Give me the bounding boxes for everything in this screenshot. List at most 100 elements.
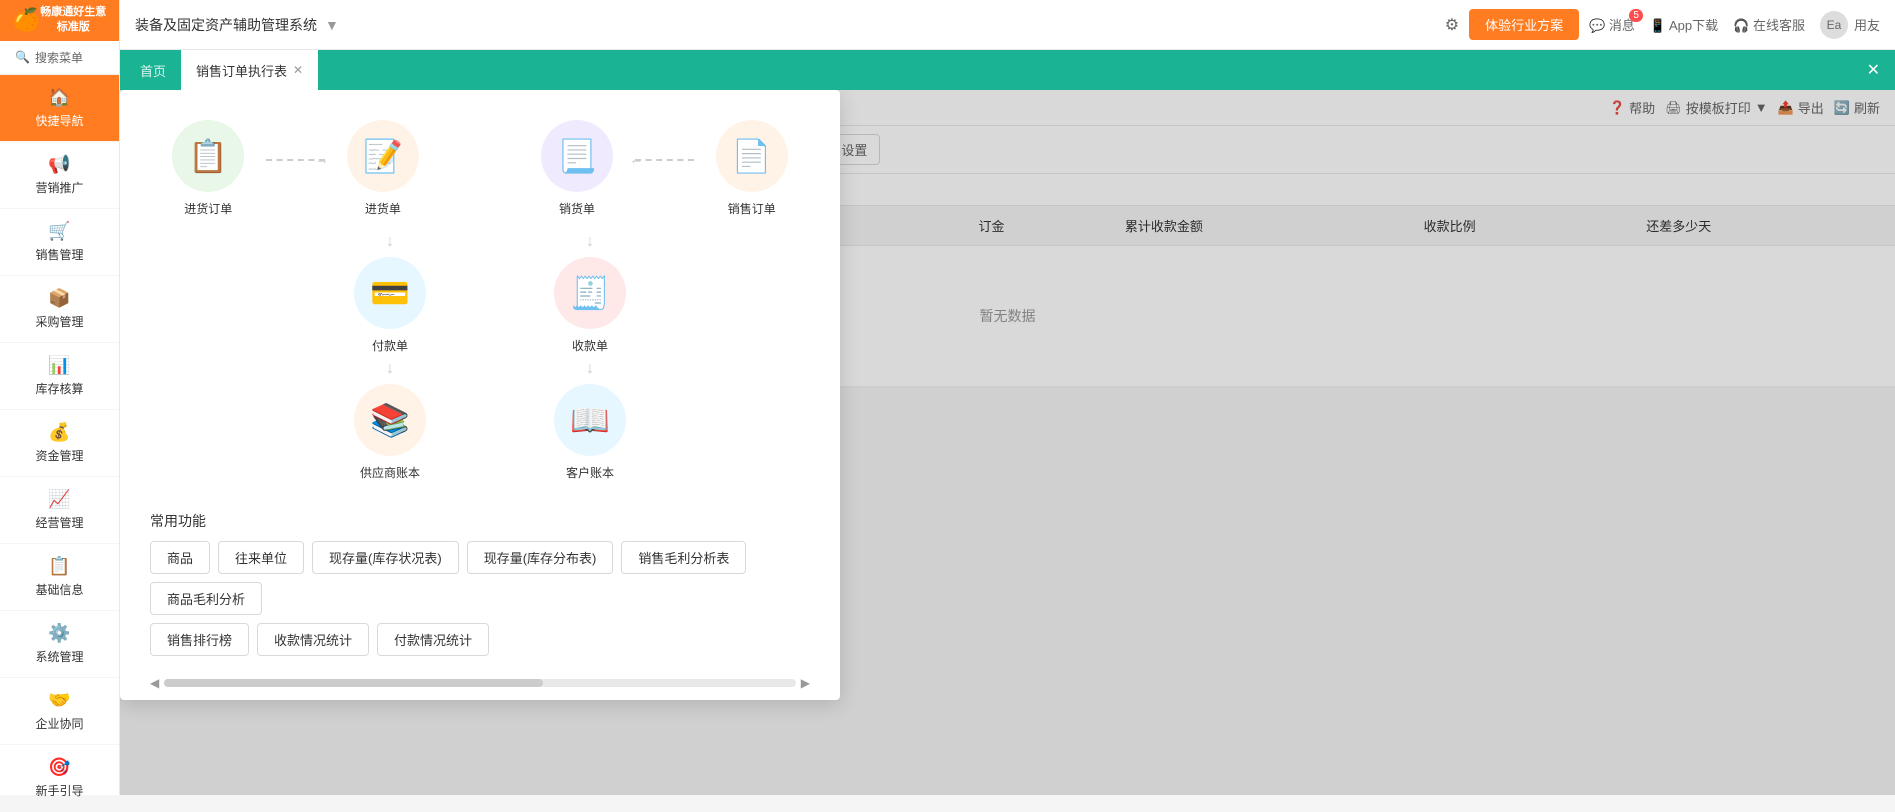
flow-node-receipt[interactable]: 🧾 收款单 [530,257,650,354]
tabbar: 首页 销售订单执行表 ✕ ✕ [120,50,1895,90]
sale-bill-circle: 📃 [541,120,613,192]
app-download-link[interactable]: 📱 App下载 [1650,15,1718,34]
func-buttons: 商品 往来单位 现存量(库存状况表) 现存量(库存分布表) 销售毛利分析表 商品… [150,541,810,615]
download-icon: 📱 [1650,18,1666,33]
avatar: Ea [1820,11,1848,39]
topbar-right: 💬 5 消息 📱 App下载 🎧 在线客服 Ea 用友 [1589,11,1880,39]
sidebar-item-marketing[interactable]: 📢 营销推广 [0,142,119,209]
operation-icon: 📈 [48,489,70,510]
func-btn-stock-dist[interactable]: 现存量(库存分布表) [467,541,614,574]
home-icon: 🏠 [48,87,70,108]
func-btn-product[interactable]: 商品 [150,541,210,574]
scroll-right-btn[interactable]: ▶ [801,676,810,690]
func-btn-partner[interactable]: 往来单位 [218,541,304,574]
flow-node-sale-order[interactable]: 📄 销售订单 [694,120,810,217]
func-btn-sales-rank[interactable]: 销售排行榜 [150,623,249,656]
payment-icon: 💳 [370,274,410,312]
sidebar-item-enterprise[interactable]: 🤝 企业协同 [0,678,119,745]
supplier-circle: 📚 [354,384,426,456]
overlay[interactable]: 📋 进货订单 📝 进货单 [120,90,1895,795]
enterprise-icon: 🤝 [48,690,70,711]
purchase-order-label: 进货订单 [184,200,232,217]
sale-order-icon: 📄 [732,137,772,175]
sidebar-search[interactable]: 🔍 搜索菜单 [0,41,119,75]
user-info[interactable]: Ea 用友 [1820,11,1880,39]
payment-circle: 💳 [354,257,426,329]
app-logo: 🍊 畅康通好生意 标准版 [0,0,119,41]
receipt-icon: 🧾 [570,274,610,312]
sidebar-item-inventory[interactable]: 📊 库存核算 [0,343,119,410]
tabbar-close-btn[interactable]: ✕ [1857,60,1890,80]
scroll-track[interactable] [164,679,796,687]
experience-btn[interactable]: 体验行业方案 [1469,9,1579,40]
inventory-icon: 📊 [48,355,70,376]
system-icon: ⚙️ [48,623,70,644]
receipt-label: 收款单 [572,337,608,354]
tab-close-icon[interactable]: ✕ [293,63,303,77]
func-buttons-2: 销售排行榜 收款情况统计 付款情况统计 [150,623,810,656]
flow-node-sale-bill[interactable]: 📃 销货单 [519,120,635,217]
sidebar-item-finance[interactable]: 💰 资金管理 [0,410,119,477]
arrow-down-payment: ↓ [386,354,394,384]
common-functions: 常用功能 商品 往来单位 现存量(库存状况表) 现存量(库存分布表) 销售毛利分… [120,501,840,676]
online-service-link[interactable]: 🎧 在线客服 [1733,15,1805,34]
scroll-left-btn[interactable]: ◀ [150,676,159,690]
func-btn-receipt-stats[interactable]: 收款情况统计 [257,623,369,656]
func-btn-sales-profit[interactable]: 销售毛利分析表 [621,541,746,574]
flow-node-purchase-order[interactable]: 📋 进货订单 [150,120,266,217]
payment-label: 付款单 [372,337,408,354]
content-area: ❓ 帮助 🖨 按模板打印 ▼ 📤 导出 🔄 刷新 📅 — 📅 [120,90,1895,795]
tab-sales-order-exec[interactable]: 销售订单执行表 ✕ [181,50,318,90]
guide-icon: 🎯 [48,757,70,778]
headset-icon: 🎧 [1733,18,1749,33]
purchase-bill-icon: 📝 [363,137,403,175]
supplier-label: 供应商账本 [360,464,420,481]
sidebar: 🍊 畅康通好生意 标准版 🔍 搜索菜单 🏠 快捷导航 📢 营销推广 🛒 销售管理… [0,0,120,795]
sidebar-item-purchase[interactable]: 📦 采购管理 [0,276,119,343]
marketing-icon: 📢 [48,154,70,175]
purchase-bill-label: 进货单 [365,200,401,217]
gear-icon[interactable]: ⚙ [1445,15,1459,35]
message-badge[interactable]: 💬 5 消息 [1589,15,1635,34]
supplier-icon: 📚 [370,401,410,439]
func-btn-product-profit[interactable]: 商品毛利分析 [150,582,262,615]
flow-node-customer[interactable]: 📖 客户账本 [530,384,650,481]
purchase-bill-circle: 📝 [347,120,419,192]
sidebar-item-basic[interactable]: 📋 基础信息 [0,544,119,611]
flow-node-payment[interactable]: 💳 付款单 [330,257,450,354]
sale-bill-down: ↓ 🧾 收款单 ↓ [530,227,650,481]
tab-home[interactable]: 首页 [125,50,181,90]
sales-icon: 🛒 [48,221,70,242]
flow-node-purchase-bill[interactable]: 📝 进货单 [325,120,441,217]
topbar: 装备及固定资产辅助管理系统 ▼ ⚙ 体验行业方案 💬 5 消息 📱 App下载 … [120,0,1895,50]
sidebar-item-quick-nav[interactable]: 🏠 快捷导航 [0,75,119,142]
sale-bill-icon: 📃 [557,137,597,175]
customer-circle: 📖 [554,384,626,456]
flow-row-1: 📋 进货订单 📝 进货单 [150,120,810,217]
sidebar-item-guide[interactable]: 🎯 新手引导 [0,745,119,812]
modal-scrollbar: ◀ ▶ [120,676,840,700]
arrow-down-purchase: ↓ [386,227,394,257]
func-btn-payment-stats[interactable]: 付款情况统计 [377,623,489,656]
sidebar-item-sales[interactable]: 🛒 销售管理 [0,209,119,276]
flow-diagram: 📋 进货订单 📝 进货单 [120,90,840,501]
logo-text: 畅康通好生意 标准版 [40,5,106,36]
dropdown-arrow-icon[interactable]: ▼ [325,17,339,33]
arrow-sale-order-to-bill [635,158,693,160]
sidebar-item-operation[interactable]: 📈 经营管理 [0,477,119,544]
sale-order-label: 销售订单 [728,200,776,217]
func-btn-stock-status[interactable]: 现存量(库存状况表) [312,541,459,574]
flow-row-2: ↓ 💳 付款单 ↓ [150,227,810,481]
arrow-down-receipt: ↓ [586,354,594,384]
sidebar-item-system[interactable]: ⚙️ 系统管理 [0,611,119,678]
topbar-title: 装备及固定资产辅助管理系统 ▼ [135,15,1435,35]
arrow-down-sale-bill: ↓ [586,227,594,257]
scroll-thumb [164,679,543,687]
customer-label: 客户账本 [566,464,614,481]
purchase-order-circle: 📋 [172,120,244,192]
common-func-title: 常用功能 [150,511,810,531]
flow-node-supplier[interactable]: 📚 供应商账本 [330,384,450,481]
customer-icon: 📖 [570,401,610,439]
sale-bill-label: 销货单 [559,200,595,217]
arrow-purchase-order-to-bill [266,158,324,160]
